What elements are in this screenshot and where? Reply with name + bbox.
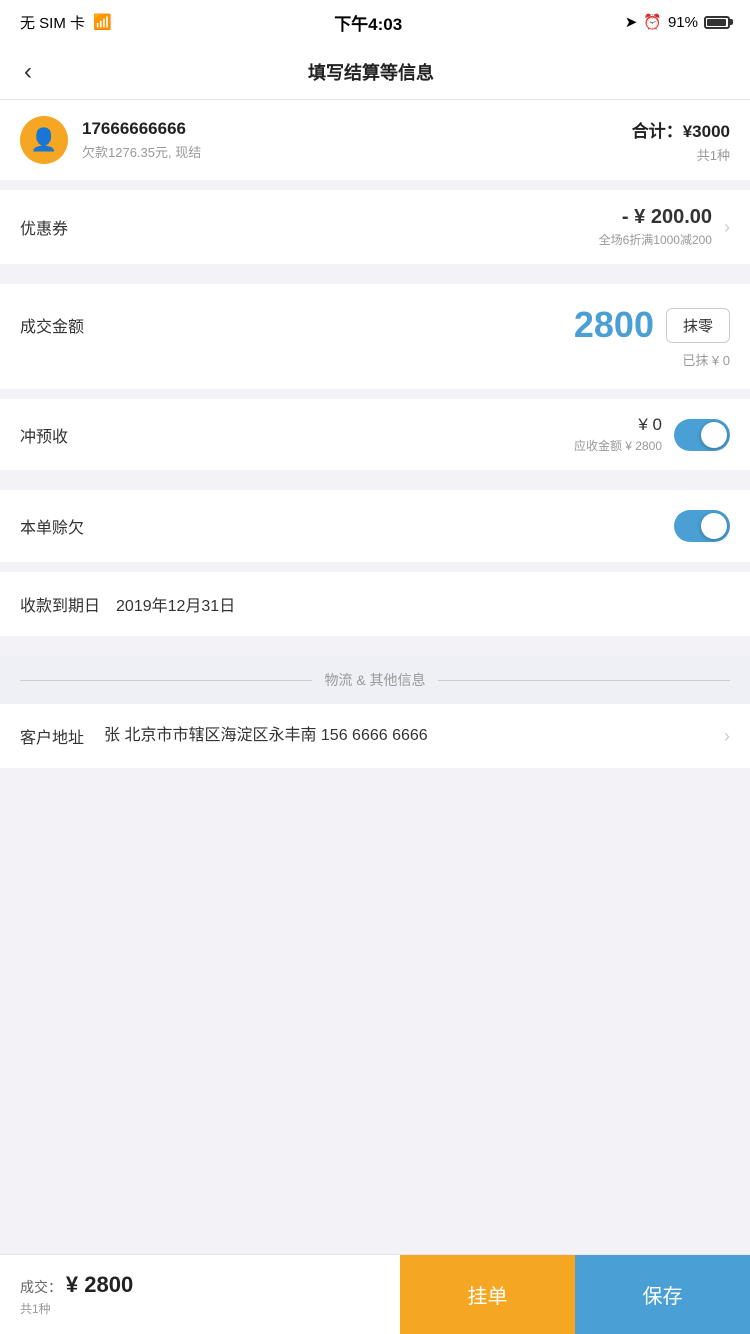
nav-bar: ‹ 填写结算等信息 [0,44,750,100]
back-button[interactable]: ‹ [16,50,40,94]
total-count: 共1种 [632,145,730,164]
section-divider-3 [0,646,750,656]
prereceive-amount-block: ¥ 0 应收金额 ¥ 2800 [574,415,662,454]
due-date-value[interactable]: 2019年12月31日 [116,592,235,616]
bottom-count: 共1种 [20,1300,380,1317]
address-row[interactable]: 客户地址 张 北京市市辖区海淀区永丰南 156 6666 6666 › [0,704,750,768]
status-time: 下午4:03 [334,10,402,35]
deal-section: 成交金额 2800 抹零 已抹 ¥ 0 [0,284,750,389]
avatar: 👤 [20,116,68,164]
section-divider-1 [0,274,750,284]
customer-phone: 17666666666 [82,119,201,139]
battery-icon [704,16,730,29]
status-right: ➤ ⏰ 91% [625,13,730,31]
bottom-deal-label: 成交： ¥ 2800 [20,1272,380,1298]
deal-row: 成交金额 2800 抹零 [20,304,730,346]
hold-button[interactable]: 挂单 [400,1255,575,1334]
carrier-text: 无 SIM 卡 [20,12,85,33]
logistics-line-left [20,680,312,681]
coupon-value: - ¥ 200.00 [599,206,712,229]
deal-amount[interactable]: 2800 [574,304,654,346]
address-label: 客户地址 [20,724,84,748]
round-button[interactable]: 抹零 [666,308,730,343]
status-left: 无 SIM 卡 📶 [20,12,112,33]
prereceive-row: 冲预收 ¥ 0 应收金额 ¥ 2800 [0,399,750,470]
own-debt-toggle-knob [701,513,727,539]
own-debt-label: 本单赊欠 [20,514,84,538]
prereceive-sub: 应收金额 ¥ 2800 [574,437,662,454]
coupon-right: - ¥ 200.00 全场6折满1000减200 › [599,206,730,248]
customer-debt: 欠款1276.35元, 现结 [82,142,201,161]
location-icon: ➤ [625,13,638,31]
coupon-row[interactable]: 优惠券 - ¥ 200.00 全场6折满1000减200 › [0,190,750,264]
customer-card: 👤 17666666666 欠款1276.35元, 现结 合计：¥3000 共1… [0,100,750,180]
own-debt-row: 本单赊欠 [0,490,750,562]
chevron-right-icon: › [724,217,730,238]
bottom-bar: 成交： ¥ 2800 共1种 挂单 保存 [0,1254,750,1334]
own-debt-toggle[interactable] [674,510,730,542]
battery-text: 91% [668,14,698,31]
total-amount: 合计：¥3000 [632,117,730,142]
customer-left: 👤 17666666666 欠款1276.35元, 现结 [20,116,201,164]
customer-right: 合计：¥3000 共1种 [632,117,730,164]
deal-right: 2800 抹零 [574,304,730,346]
page-title: 填写结算等信息 [48,59,694,85]
prereceive-amount: ¥ 0 [574,415,662,435]
wifi-icon: 📶 [93,13,112,31]
deal-sub: 已抹 ¥ 0 [20,350,730,369]
coupon-label: 优惠券 [20,215,68,239]
address-chevron-icon: › [724,726,730,747]
prereceive-toggle[interactable] [674,419,730,451]
toggle-knob [701,422,727,448]
alarm-icon: ⏰ [643,13,662,31]
due-date-label: 收款到期日 [20,592,100,616]
customer-info: 17666666666 欠款1276.35元, 现结 [82,119,201,161]
logistics-line-right [438,680,730,681]
prereceive-right: ¥ 0 应收金额 ¥ 2800 [574,415,730,454]
bottom-summary: 成交： ¥ 2800 共1种 [0,1272,400,1317]
prereceive-label: 冲预收 [20,423,68,447]
due-date-row: 收款到期日 2019年12月31日 [0,572,750,636]
bottom-amount: ¥ 2800 [66,1272,133,1297]
section-divider-2 [0,480,750,490]
deal-label: 成交金额 [20,313,84,337]
logistics-text: 物流 & 其他信息 [324,670,425,690]
save-button[interactable]: 保存 [575,1255,750,1334]
logistics-divider: 物流 & 其他信息 [0,656,750,704]
coupon-desc: 全场6折满1000减200 [599,231,712,248]
coupon-value-block: - ¥ 200.00 全场6折满1000减200 [599,206,712,248]
status-bar: 无 SIM 卡 📶 下午4:03 ➤ ⏰ 91% [0,0,750,44]
coupon-section: 优惠券 - ¥ 200.00 全场6折满1000减200 › [0,190,750,264]
address-value: 张 北京市市辖区海淀区永丰南 156 6666 6666 [104,724,724,748]
prereceive-section: 冲预收 ¥ 0 应收金额 ¥ 2800 [0,399,750,470]
